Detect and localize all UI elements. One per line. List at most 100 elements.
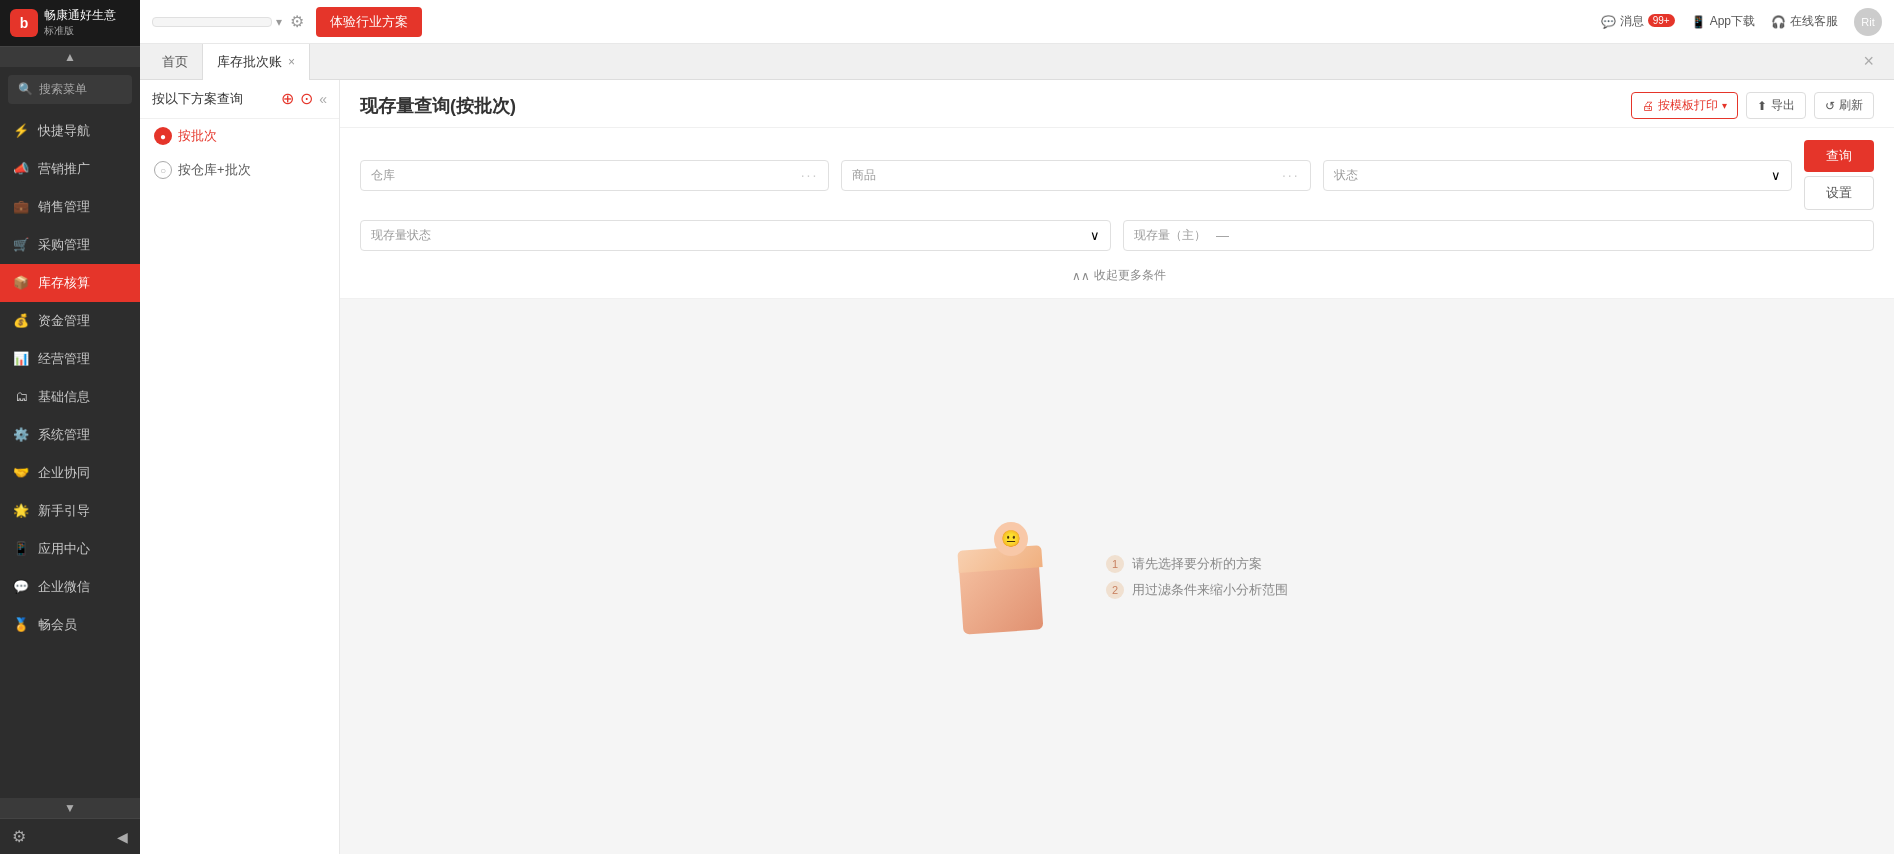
sidebar-item-quick-nav[interactable]: ⚡ 快捷导航: [0, 112, 140, 150]
warehouse-filter[interactable]: 仓库 ···: [360, 160, 829, 191]
stock-status-chevron-icon: ∨: [1090, 228, 1100, 243]
user-profile-button[interactable]: Rit: [1854, 8, 1882, 36]
sidebar-bottom: ⚙ ◀: [0, 818, 140, 854]
message-badge: 99+: [1648, 14, 1675, 27]
product-more-icon[interactable]: ···: [1282, 167, 1300, 183]
app-logo: b: [10, 9, 38, 37]
left-panel-title: 按以下方案查询: [152, 90, 243, 108]
sidebar-item-basics[interactable]: 🗂 基础信息: [0, 378, 140, 416]
settings-icon[interactable]: ⚙: [12, 827, 26, 846]
plan-dot-active: ●: [154, 127, 172, 145]
sidebar-item-app-center[interactable]: 📱 应用中心: [0, 530, 140, 568]
sidebar-item-member[interactable]: 🏅 畅会员: [0, 606, 140, 644]
message-button[interactable]: 💬 消息 99+: [1601, 13, 1675, 30]
sidebar-item-label: 库存核算: [38, 274, 90, 292]
headset-icon: 🎧: [1771, 15, 1786, 29]
marketing-icon: 📣: [12, 160, 30, 178]
refresh-button[interactable]: ↺ 刷新: [1814, 92, 1874, 119]
stock-status-label: 现存量状态: [371, 227, 431, 244]
tabs-bar: 首页 库存批次账 × ×: [140, 44, 1894, 80]
tab-home[interactable]: 首页: [148, 44, 203, 80]
customer-service-label: 在线客服: [1790, 13, 1838, 30]
stock-qty-filter[interactable]: 现存量（主） —: [1123, 220, 1874, 251]
sidebar-item-enterprise[interactable]: 🤝 企业协同: [0, 454, 140, 492]
print-chevron-icon: ▾: [1722, 100, 1727, 111]
message-label: 消息: [1620, 13, 1644, 30]
avatar: Rit: [1854, 8, 1882, 36]
page-header-actions: 🖨 按模板打印 ▾ ⬆ 导出 ↺ 刷新: [1631, 92, 1874, 119]
customer-service-button[interactable]: 🎧 在线客服: [1771, 13, 1838, 30]
product-label: 商品: [852, 167, 876, 184]
sidebar-item-label: 营销推广: [38, 160, 90, 178]
collapse-up-icon: ∧∧: [1072, 269, 1090, 283]
topbar-right: 💬 消息 99+ 📱 App下载 🎧 在线客服 Rit: [1601, 8, 1882, 36]
printer-icon: 🖨: [1642, 99, 1654, 113]
plan-item-by-batch[interactable]: ● 按批次: [140, 119, 339, 153]
empty-illustration: 😐: [946, 522, 1066, 632]
sidebar-item-newbie[interactable]: 🌟 新手引导: [0, 492, 140, 530]
message-icon: 💬: [1601, 15, 1616, 29]
empty-tips: 1 请先选择要分析的方案 2 用过滤条件来缩小分析范围: [1106, 555, 1288, 599]
status-chevron-icon: ∨: [1771, 168, 1781, 183]
sidebar-item-purchase[interactable]: 🛒 采购管理: [0, 226, 140, 264]
sidebar-search-label: 搜索菜单: [39, 81, 87, 98]
tab-close-icon[interactable]: ×: [288, 55, 295, 69]
gear-icon[interactable]: ⚙: [290, 12, 304, 31]
wechat-icon: 💬: [12, 578, 30, 596]
query-button[interactable]: 查询: [1804, 140, 1874, 172]
sidebar-scroll-up[interactable]: ▲: [0, 47, 140, 67]
app-title: 畅康通好生意: [44, 8, 116, 24]
sidebar-scroll-down[interactable]: ▼: [0, 798, 140, 818]
app-edition: 标准版: [44, 24, 116, 38]
refresh-icon: ↺: [1825, 99, 1835, 113]
stock-status-filter[interactable]: 现存量状态 ∨: [360, 220, 1111, 251]
sidebar-item-label: 资金管理: [38, 312, 90, 330]
collapse-sidebar-icon[interactable]: ◀: [117, 829, 128, 845]
export-button[interactable]: ⬆ 导出: [1746, 92, 1806, 119]
sidebar-item-wechat[interactable]: 💬 企业微信: [0, 568, 140, 606]
tip-num-2: 2: [1106, 581, 1124, 599]
collapse-panel-icon[interactable]: «: [319, 91, 327, 107]
sidebar-item-label: 采购管理: [38, 236, 90, 254]
system-icon: ⚙️: [12, 426, 30, 444]
filter-settings-button[interactable]: 设置: [1804, 176, 1874, 210]
sidebar-item-inventory[interactable]: 📦 库存核算: [0, 264, 140, 302]
sidebar-item-finance[interactable]: 💰 资金管理: [0, 302, 140, 340]
topbar-search-box[interactable]: [152, 17, 272, 27]
collapse-conditions-button[interactable]: ∧∧ 收起更多条件: [360, 261, 1874, 286]
plan-by-warehouse-batch-label: 按仓库+批次: [178, 161, 251, 179]
purchase-icon: 🛒: [12, 236, 30, 254]
sidebar-item-system[interactable]: ⚙️ 系统管理: [0, 416, 140, 454]
newbie-icon: 🌟: [12, 502, 30, 520]
empty-state: 😐 1 请先选择要分析的方案 2 用过滤条件来缩小分析范围: [340, 299, 1894, 854]
page-title: 现存量查询(按批次): [360, 94, 516, 118]
app-download-button[interactable]: 📱 App下载: [1691, 13, 1755, 30]
sidebar-item-sales[interactable]: 💼 销售管理: [0, 188, 140, 226]
sales-icon: 💼: [12, 198, 30, 216]
export-icon: ⬆: [1757, 99, 1767, 113]
close-panel-icon[interactable]: ×: [1851, 51, 1886, 72]
print-button[interactable]: 🖨 按模板打印 ▾: [1631, 92, 1738, 119]
product-filter[interactable]: 商品 ···: [841, 160, 1310, 191]
sidebar-item-label: 经营管理: [38, 350, 90, 368]
tip-num-1: 1: [1106, 555, 1124, 573]
settings-plan-icon[interactable]: ⊙: [300, 91, 313, 107]
operations-icon: 📊: [12, 350, 30, 368]
sidebar-search[interactable]: 🔍 搜索菜单: [8, 75, 132, 104]
page-header: 现存量查询(按批次) 🖨 按模板打印 ▾ ⬆ 导出 ↺ 刷新: [340, 80, 1894, 128]
sidebar-item-label: 应用中心: [38, 540, 90, 558]
trial-button[interactable]: 体验行业方案: [316, 7, 422, 37]
plan-item-by-warehouse-batch[interactable]: ○ 按仓库+批次: [140, 153, 339, 187]
topbar: ▾ ⚙ 体验行业方案 💬 消息 99+ 📱 App下载 🎧 在线客服 Rit: [140, 0, 1894, 44]
left-panel-actions: ⊕ ⊙ «: [281, 91, 327, 107]
tab-home-label: 首页: [162, 53, 188, 71]
add-plan-icon[interactable]: ⊕: [281, 91, 294, 107]
main-area: ▾ ⚙ 体验行业方案 💬 消息 99+ 📱 App下载 🎧 在线客服 Rit: [140, 0, 1894, 854]
status-filter[interactable]: 状态 ∨: [1323, 160, 1792, 191]
tab-batch-ledger[interactable]: 库存批次账 ×: [203, 44, 310, 80]
warehouse-more-icon[interactable]: ···: [801, 167, 819, 183]
sidebar-item-operations[interactable]: 📊 经营管理: [0, 340, 140, 378]
chevron-down-icon[interactable]: ▾: [276, 15, 282, 29]
warehouse-label: 仓库: [371, 167, 395, 184]
sidebar-item-marketing[interactable]: 📣 营销推广: [0, 150, 140, 188]
